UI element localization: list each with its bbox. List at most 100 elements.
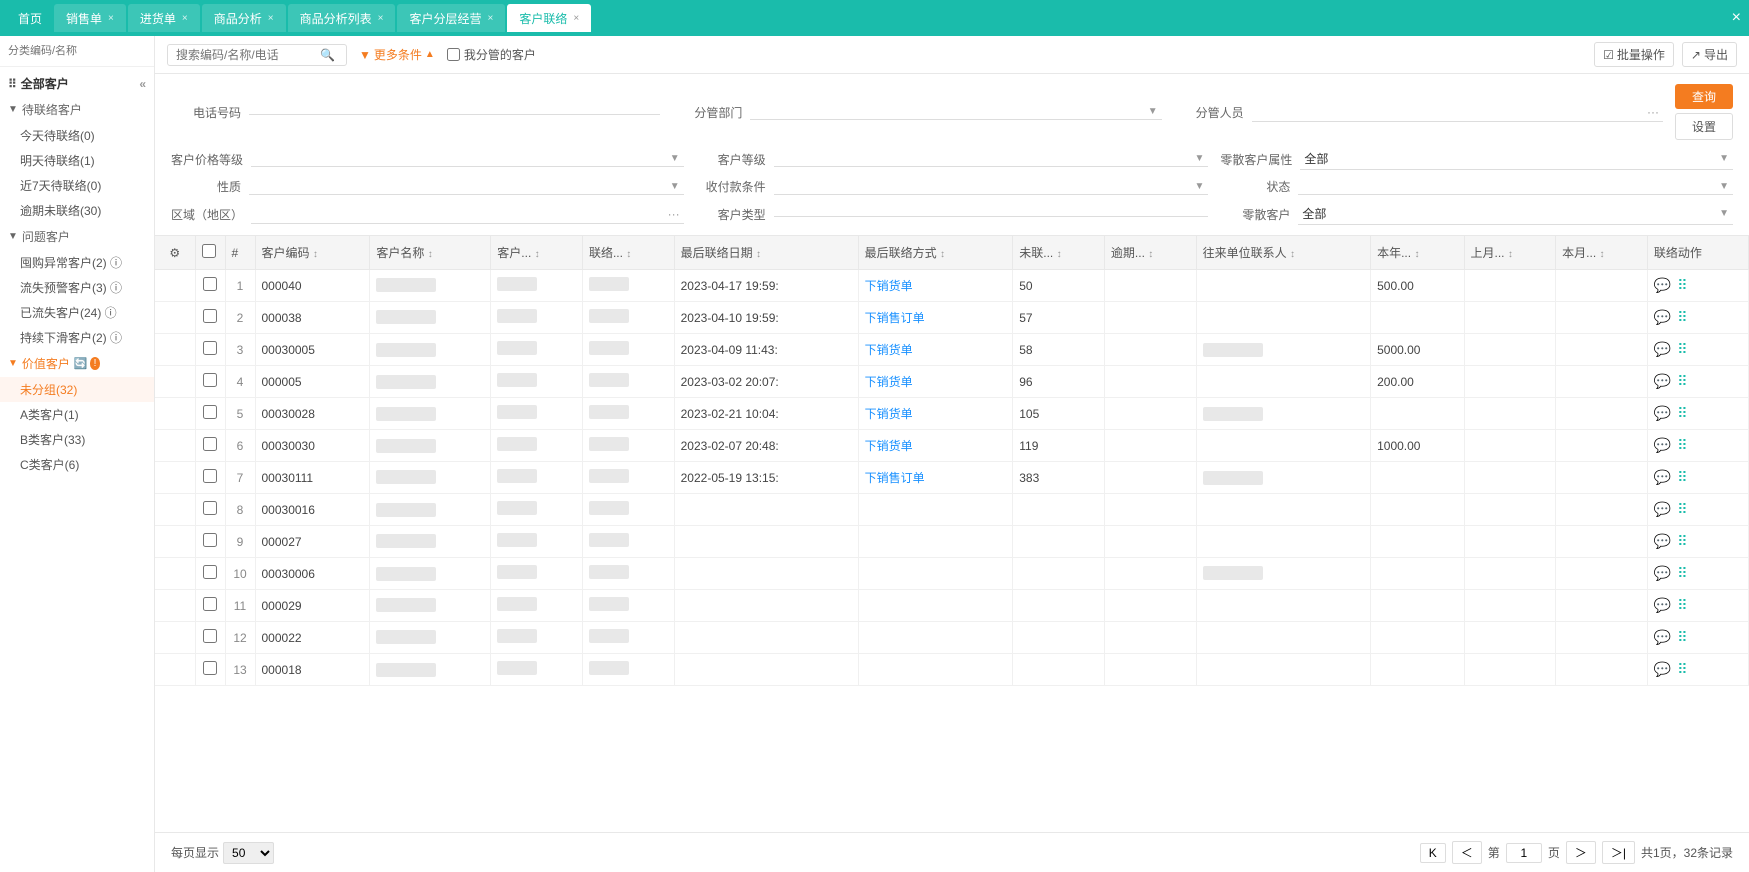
th-contact[interactable]: 联络... ↕ bbox=[582, 236, 674, 270]
status-select[interactable]: ▼ bbox=[1298, 179, 1733, 195]
row-checkbox-9[interactable] bbox=[203, 565, 217, 579]
sidebar-item-7days-pending[interactable]: 近7天待联络(0) bbox=[0, 173, 154, 198]
first-page-btn[interactable]: K bbox=[1420, 843, 1446, 863]
more-icon-3[interactable]: ⠿ bbox=[1677, 373, 1687, 390]
refresh-badge[interactable]: 🔄 bbox=[74, 357, 88, 370]
chat-icon-0[interactable]: 💬 bbox=[1654, 277, 1671, 294]
payment-select[interactable]: ▼ bbox=[774, 179, 1209, 195]
row-checkbox-4[interactable] bbox=[203, 405, 217, 419]
cell-settings-8[interactable] bbox=[155, 526, 195, 558]
sidebar-item-today-pending[interactable]: 今天待联络(0) bbox=[0, 123, 154, 148]
chat-icon-8[interactable]: 💬 bbox=[1654, 533, 1671, 550]
row-checkbox-11[interactable] bbox=[203, 629, 217, 643]
th-inter-contact[interactable]: 往来单位联系人 ↕ bbox=[1196, 236, 1371, 270]
th-name[interactable]: 客户名称 ↕ bbox=[370, 236, 491, 270]
sidebar-item-hoarding-abnormal[interactable]: 囤购异常客户(2) ⓘ bbox=[0, 250, 154, 275]
th-code[interactable]: 客户编码 ↕ bbox=[255, 236, 370, 270]
close-tab-purchase[interactable]: × bbox=[182, 13, 188, 24]
chat-icon-9[interactable]: 💬 bbox=[1654, 565, 1671, 582]
cell-settings-12[interactable] bbox=[155, 654, 195, 686]
cell-settings-10[interactable] bbox=[155, 590, 195, 622]
tab-product-analysis-list[interactable]: 商品分析列表 × bbox=[288, 4, 396, 32]
more-icon-8[interactable]: ⠿ bbox=[1677, 533, 1687, 550]
cell-settings-2[interactable] bbox=[155, 334, 195, 366]
tab-customer-contact[interactable]: 客户联络 × bbox=[507, 4, 591, 32]
chat-icon-10[interactable]: 💬 bbox=[1654, 597, 1671, 614]
row-checkbox-5[interactable] bbox=[203, 437, 217, 451]
chat-icon-4[interactable]: 💬 bbox=[1654, 405, 1671, 422]
sidebar-item-churn-warning[interactable]: 流失预警客户(3) ⓘ bbox=[0, 275, 154, 300]
chat-icon-11[interactable]: 💬 bbox=[1654, 629, 1671, 646]
sidebar-item-overdue[interactable]: 逾期未联络(30) bbox=[0, 198, 154, 223]
sidebar-item-class-a[interactable]: A类客户(1) bbox=[0, 402, 154, 427]
batch-ops-btn[interactable]: ☑ 批量操作 bbox=[1594, 42, 1674, 67]
dept-select[interactable]: ▼ bbox=[750, 104, 1161, 120]
chat-icon-6[interactable]: 💬 bbox=[1654, 469, 1671, 486]
more-icon-2[interactable]: ⠿ bbox=[1677, 341, 1687, 358]
retail-customer-select[interactable]: 全部 ▼ bbox=[1298, 203, 1733, 225]
more-icon-5[interactable]: ⠿ bbox=[1677, 437, 1687, 454]
last-page-btn[interactable]: ＞| bbox=[1602, 841, 1635, 864]
th-settings[interactable]: ⚙ bbox=[155, 236, 195, 270]
cell-settings-6[interactable] bbox=[155, 462, 195, 494]
sidebar-item-tomorrow-pending[interactable]: 明天待联络(1) bbox=[0, 148, 154, 173]
cell-settings-5[interactable] bbox=[155, 430, 195, 462]
my-customers-checkbox[interactable] bbox=[447, 48, 460, 61]
sidebar-collapse-btn[interactable]: « bbox=[139, 77, 146, 91]
all-customers-header[interactable]: ⠿ 全部客户 « bbox=[0, 67, 154, 96]
more-icon-7[interactable]: ⠿ bbox=[1677, 501, 1687, 518]
more-conditions-btn[interactable]: ▼ 更多条件 ▲ bbox=[359, 46, 435, 63]
th-uncontacted[interactable]: 未联... ↕ bbox=[1013, 236, 1105, 270]
sidebar-item-ungrouped[interactable]: 未分组(32) bbox=[0, 377, 154, 402]
tab-customer-tier[interactable]: 客户分层经营 × bbox=[397, 4, 505, 32]
row-checkbox-2[interactable] bbox=[203, 341, 217, 355]
row-checkbox-6[interactable] bbox=[203, 469, 217, 483]
manager-input[interactable]: ··· bbox=[1252, 103, 1663, 122]
customer-type-input[interactable] bbox=[774, 212, 1209, 217]
group-problem-customers[interactable]: ▼ 问题客户 bbox=[0, 223, 154, 250]
next-page-btn[interactable]: ＞ bbox=[1566, 841, 1596, 864]
nature-select[interactable]: ▼ bbox=[249, 179, 684, 195]
chat-icon-1[interactable]: 💬 bbox=[1654, 309, 1671, 326]
more-icon-9[interactable]: ⠿ bbox=[1677, 565, 1687, 582]
select-all-checkbox[interactable] bbox=[202, 244, 216, 258]
chat-icon-7[interactable]: 💬 bbox=[1654, 501, 1671, 518]
row-checkbox-0[interactable] bbox=[203, 277, 217, 291]
tab-product-analysis[interactable]: 商品分析 × bbox=[202, 4, 286, 32]
row-checkbox-12[interactable] bbox=[203, 661, 217, 675]
cell-settings-3[interactable] bbox=[155, 366, 195, 398]
more-icon-6[interactable]: ⠿ bbox=[1677, 469, 1687, 486]
group-pending-contact[interactable]: ▼ 待联络客户 bbox=[0, 96, 154, 123]
prev-page-btn[interactable]: ＜ bbox=[1452, 841, 1482, 864]
price-tier-select[interactable]: ▼ bbox=[251, 151, 684, 167]
search-icon[interactable]: 🔍 bbox=[320, 48, 335, 62]
phone-input[interactable] bbox=[249, 110, 660, 115]
close-tab-customer-contact[interactable]: × bbox=[573, 13, 579, 24]
th-type[interactable]: 客户... ↕ bbox=[491, 236, 583, 270]
row-checkbox-8[interactable] bbox=[203, 533, 217, 547]
sidebar-item-class-c[interactable]: C类客户(6) bbox=[0, 452, 154, 477]
group-value-customers[interactable]: ▼ 价值客户 🔄 ! bbox=[0, 350, 154, 377]
more-icon-4[interactable]: ⠿ bbox=[1677, 405, 1687, 422]
chat-icon-3[interactable]: 💬 bbox=[1654, 373, 1671, 390]
th-this-month[interactable]: 本月... ↕ bbox=[1556, 236, 1648, 270]
th-overdue[interactable]: 逾期... ↕ bbox=[1104, 236, 1196, 270]
more-icon-10[interactable]: ⠿ bbox=[1677, 597, 1687, 614]
row-checkbox-3[interactable] bbox=[203, 373, 217, 387]
search-input[interactable] bbox=[176, 48, 316, 62]
th-last-contact-method[interactable]: 最后联络方式 ↕ bbox=[858, 236, 1013, 270]
chat-icon-2[interactable]: 💬 bbox=[1654, 341, 1671, 358]
more-icon-1[interactable]: ⠿ bbox=[1677, 309, 1687, 326]
per-page-dropdown[interactable]: 50 100 200 bbox=[223, 842, 274, 864]
close-tab-sales[interactable]: × bbox=[108, 13, 114, 24]
customer-tier-select[interactable]: ▼ bbox=[774, 151, 1209, 167]
more-icon-11[interactable]: ⠿ bbox=[1677, 629, 1687, 646]
row-checkbox-1[interactable] bbox=[203, 309, 217, 323]
more-icon-0[interactable]: ⠿ bbox=[1677, 277, 1687, 294]
chat-icon-5[interactable]: 💬 bbox=[1654, 437, 1671, 454]
more-icon-12[interactable]: ⠿ bbox=[1677, 661, 1687, 678]
cell-settings-9[interactable] bbox=[155, 558, 195, 590]
close-tab-customer-tier[interactable]: × bbox=[487, 13, 493, 24]
chat-icon-12[interactable]: 💬 bbox=[1654, 661, 1671, 678]
sidebar-search-input[interactable] bbox=[8, 45, 150, 57]
